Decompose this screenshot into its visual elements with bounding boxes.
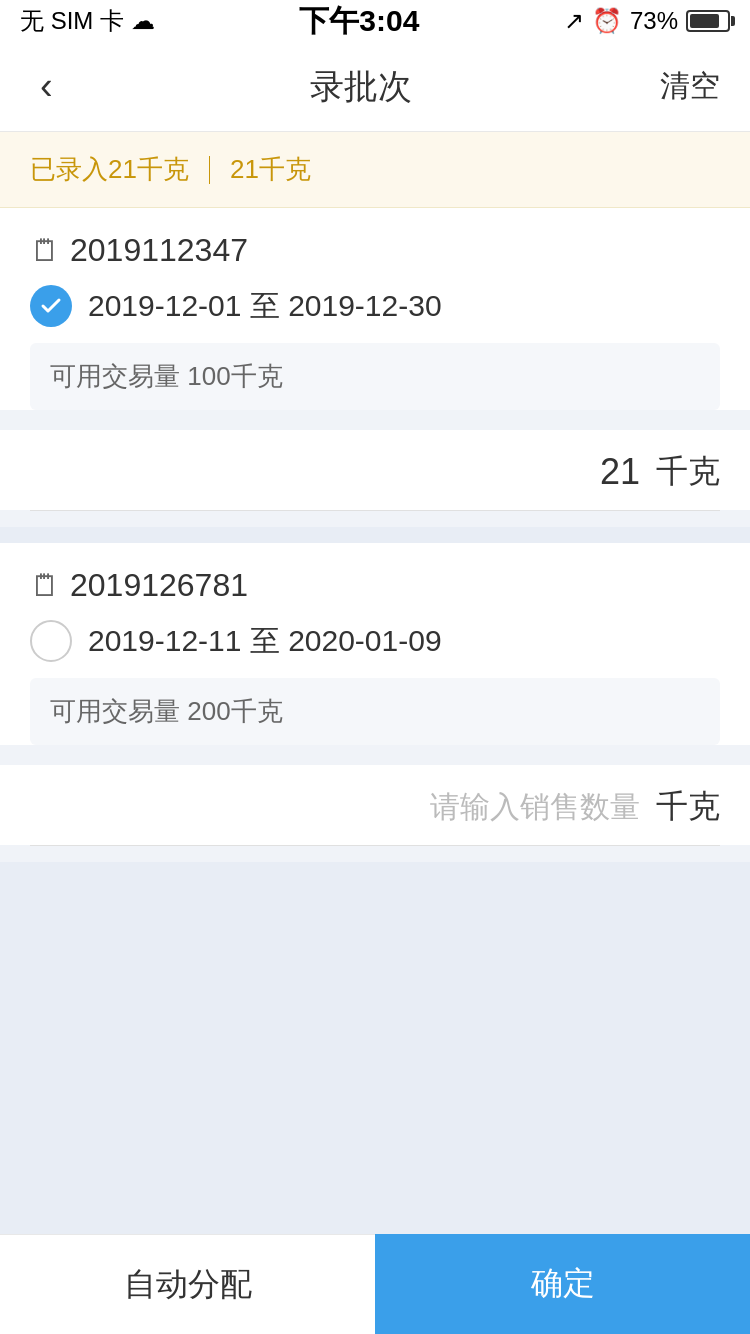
available-qty-2: 可用交易量 200千克 bbox=[30, 678, 720, 745]
batch-date-row-1: 2019-12-01 至 2019-12-30 bbox=[0, 277, 750, 343]
recorded-info-value: 21千克 bbox=[230, 152, 311, 187]
qty-input-area-1: 千克 bbox=[0, 430, 750, 510]
qty-divider-1 bbox=[30, 510, 720, 511]
no-sim-text: 无 SIM 卡 ☁ bbox=[20, 5, 155, 37]
qty-divider-2 bbox=[30, 845, 720, 846]
info-bar: 已录入21千克 21千克 bbox=[0, 132, 750, 208]
available-qty-1: 可用交易量 100千克 bbox=[30, 343, 720, 410]
clear-button[interactable]: 清空 bbox=[660, 66, 720, 107]
status-right: ↗ ⏰ 73% bbox=[564, 7, 730, 35]
info-divider bbox=[209, 156, 210, 184]
batch-checkbox-2[interactable] bbox=[30, 620, 72, 662]
qty-placeholder-2: 请输入销售数量 bbox=[30, 787, 640, 828]
alarm-icon: ⏰ bbox=[592, 7, 622, 35]
batch-icon-2: 🗒 bbox=[30, 569, 60, 603]
batch-item-1: 🗒 2019112347 2019-12-01 至 2019-12-30 可用交… bbox=[0, 208, 750, 410]
auto-distribute-button[interactable]: 自动分配 bbox=[0, 1234, 375, 1334]
nav-bar: ‹ 录批次 清空 bbox=[0, 42, 750, 132]
battery-percent: 73% bbox=[630, 7, 678, 35]
batch-date-2: 2019-12-11 至 2020-01-09 bbox=[88, 621, 442, 662]
bottom-bar: 自动分配 确定 bbox=[0, 1234, 750, 1334]
location-icon: ↗ bbox=[564, 7, 584, 35]
battery-icon bbox=[686, 10, 730, 32]
batch-icon-1: 🗒 bbox=[30, 234, 60, 268]
qty-input-1[interactable] bbox=[460, 451, 640, 493]
status-time: 下午3:04 bbox=[299, 1, 419, 42]
confirm-button[interactable]: 确定 bbox=[375, 1234, 750, 1334]
qty-unit-2: 千克 bbox=[656, 785, 720, 829]
batch-date-row-2: 2019-12-11 至 2020-01-09 bbox=[0, 612, 750, 678]
qty-input-area-2: 请输入销售数量 千克 bbox=[0, 765, 750, 845]
page-title: 录批次 bbox=[310, 64, 412, 110]
batch-header-1: 🗒 2019112347 bbox=[0, 208, 750, 277]
back-button[interactable]: ‹ bbox=[30, 55, 63, 118]
batch-header-2: 🗒 2019126781 bbox=[0, 543, 750, 612]
status-left: 无 SIM 卡 ☁ bbox=[20, 5, 155, 37]
section-divider bbox=[0, 527, 750, 543]
batch-id-1: 2019112347 bbox=[70, 232, 248, 269]
batch-date-1: 2019-12-01 至 2019-12-30 bbox=[88, 286, 442, 327]
qty-unit-1: 千克 bbox=[656, 450, 720, 494]
recorded-info-label: 已录入21千克 bbox=[30, 152, 189, 187]
batch-checkbox-1[interactable] bbox=[30, 285, 72, 327]
batch-item-2: 🗒 2019126781 2019-12-11 至 2020-01-09 可用交… bbox=[0, 543, 750, 745]
batch-id-2: 2019126781 bbox=[70, 567, 248, 604]
status-bar: 无 SIM 卡 ☁ 下午3:04 ↗ ⏰ 73% bbox=[0, 0, 750, 42]
